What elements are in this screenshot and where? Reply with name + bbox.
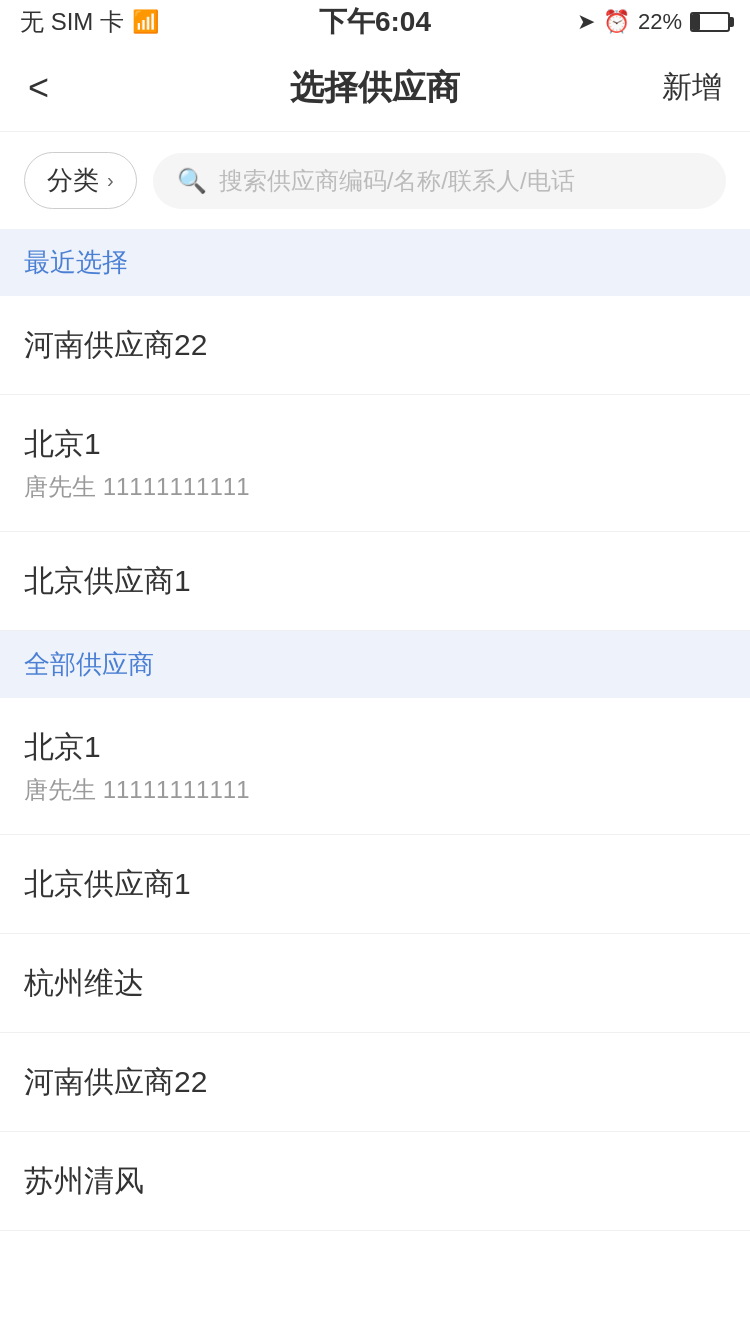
- nav-bar: < 选择供应商 新增: [0, 44, 750, 132]
- supplier-contact: 唐先生 11111111111: [24, 774, 726, 806]
- page-title: 选择供应商: [290, 65, 460, 111]
- supplier-name: 北京供应商1: [24, 560, 726, 602]
- supplier-name: 苏州清风: [24, 1160, 726, 1202]
- wifi-icon: 📶: [132, 9, 159, 35]
- status-bar: 无 SIM 卡 📶 下午6:04 ➤ ⏰ 22%: [0, 0, 750, 44]
- location-icon: ➤: [577, 9, 595, 35]
- search-icon: 🔍: [177, 167, 207, 195]
- supplier-name: 杭州维达: [24, 962, 726, 1004]
- list-item[interactable]: 北京供应商1: [0, 532, 750, 631]
- recent-section-header: 最近选择: [0, 229, 750, 296]
- list-item[interactable]: 杭州维达: [0, 934, 750, 1033]
- category-label: 分类: [47, 163, 99, 198]
- all-list: 北京1 唐先生 11111111111 北京供应商1 杭州维达河南供应商22 苏州清风: [0, 698, 750, 1231]
- chevron-right-icon: ›: [107, 169, 114, 192]
- alarm-icon: ⏰: [603, 9, 630, 35]
- search-box[interactable]: 🔍 搜索供应商编码/名称/联系人/电话: [153, 153, 726, 209]
- category-button[interactable]: 分类 ›: [24, 152, 137, 209]
- battery-percent: 22%: [638, 9, 682, 35]
- list-item[interactable]: 北京1 唐先生 11111111111: [0, 698, 750, 835]
- supplier-contact: 唐先生 11111111111: [24, 471, 726, 503]
- back-button[interactable]: <: [28, 67, 88, 109]
- status-left: 无 SIM 卡 📶: [20, 6, 159, 38]
- filter-bar: 分类 › 🔍 搜索供应商编码/名称/联系人/电话: [0, 132, 750, 229]
- status-right: ➤ ⏰ 22%: [577, 9, 730, 35]
- all-section-header: 全部供应商: [0, 631, 750, 698]
- supplier-name: 北京1: [24, 423, 726, 465]
- supplier-name: 河南供应商22: [24, 324, 726, 366]
- list-item[interactable]: 河南供应商22: [0, 1033, 750, 1132]
- list-item[interactable]: 北京1 唐先生 11111111111: [0, 395, 750, 532]
- supplier-name: 河南供应商22: [24, 1061, 726, 1103]
- battery-icon: [690, 12, 730, 32]
- supplier-name: 北京1: [24, 726, 726, 768]
- supplier-name: 北京供应商1: [24, 863, 726, 905]
- list-item[interactable]: 河南供应商22: [0, 296, 750, 395]
- status-time: 下午6:04: [319, 3, 431, 41]
- recent-list: 河南供应商22 北京1 唐先生 11111111111 北京供应商1: [0, 296, 750, 631]
- search-input[interactable]: 搜索供应商编码/名称/联系人/电话: [219, 165, 575, 197]
- new-supplier-button[interactable]: 新增: [662, 67, 722, 108]
- list-item[interactable]: 北京供应商1: [0, 835, 750, 934]
- list-item[interactable]: 苏州清风: [0, 1132, 750, 1231]
- sim-label: 无 SIM 卡: [20, 6, 124, 38]
